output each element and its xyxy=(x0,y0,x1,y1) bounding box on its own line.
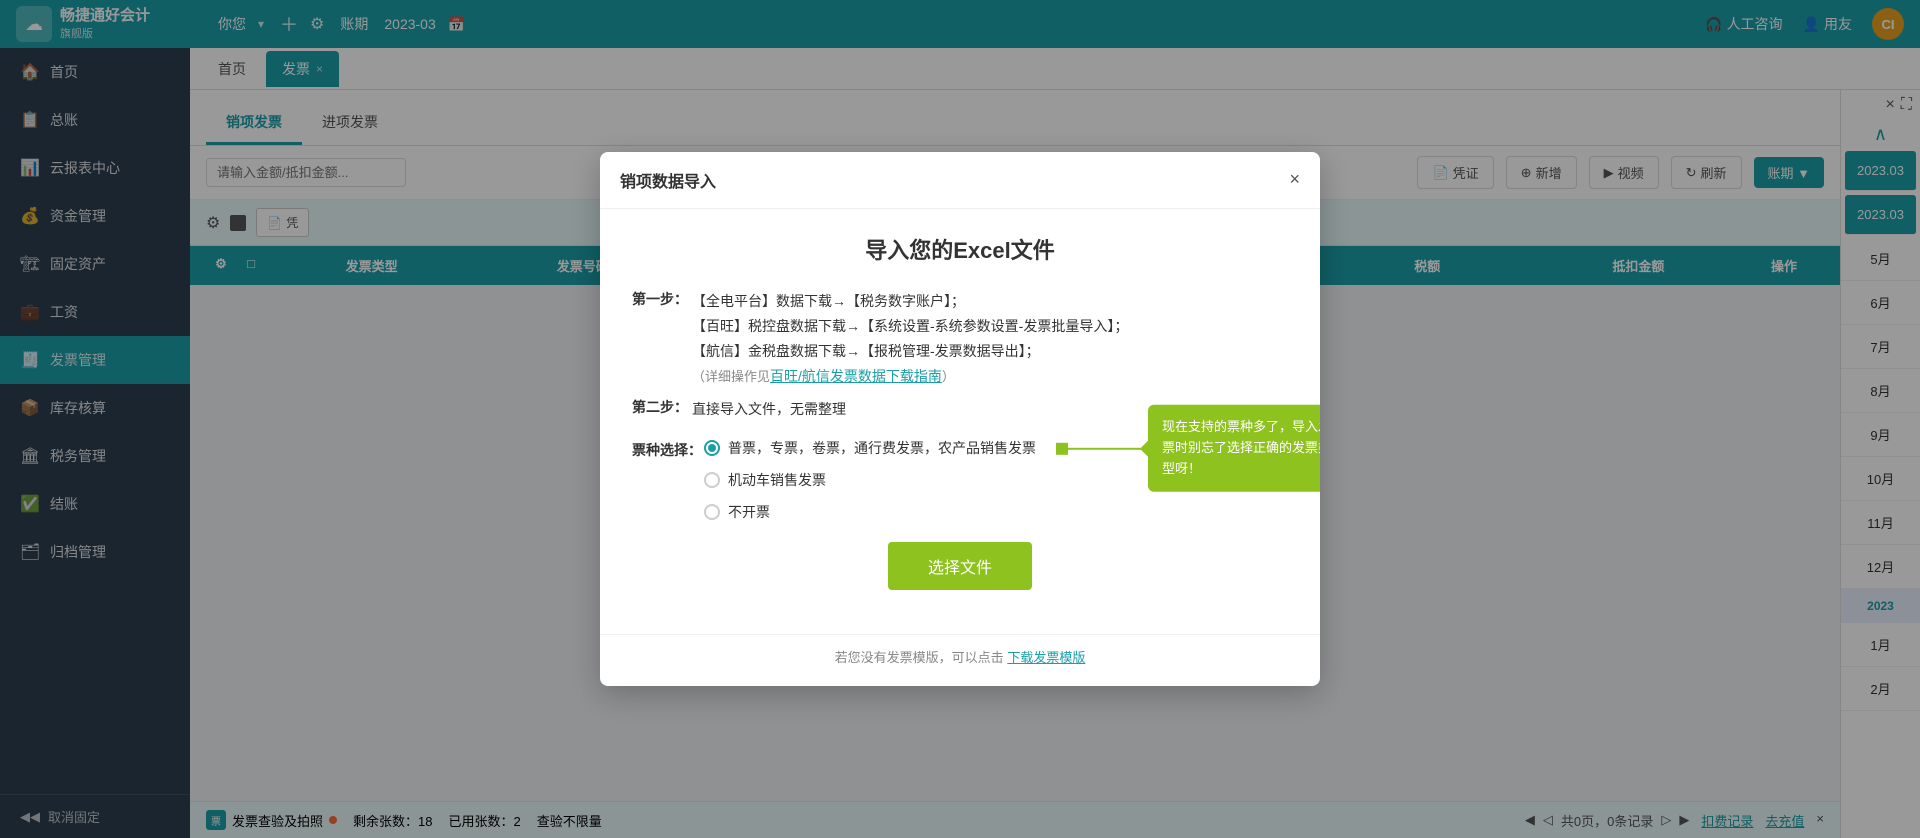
select-file-button[interactable]: 选择文件 xyxy=(888,542,1032,590)
radio-circle-3 xyxy=(704,504,720,520)
modal-close-button[interactable]: × xyxy=(1289,169,1300,190)
ticket-selection-row: 票种选择： 普票，专票，卷票，通行费发票，农产品销售发票 xyxy=(632,438,1288,522)
modal-dialog: 销项数据导入 × 导入您的Excel文件 第一步： 【全电平台】数据下载→【税务… xyxy=(600,152,1320,687)
step1-line-3: 【航信】金税盘数据下载→【报税管理-发票数据导出】； xyxy=(692,339,1128,364)
tooltip-line xyxy=(1068,447,1148,449)
radio-dot-1 xyxy=(708,444,716,452)
tooltip-dot xyxy=(1056,442,1068,454)
tooltip-box: × 现在支持的票种多了，导入发票时别忘了选择正确的发票类型呀！ xyxy=(1148,405,1320,491)
modal-footer: 若您没有发票模版，可以点击 下载发票模版 xyxy=(600,634,1320,686)
radio-label-2: 机动车销售发票 xyxy=(728,470,826,490)
modal-body: 导入您的Excel文件 第一步： 【全电平台】数据下载→【税务数字账户】； 【百… xyxy=(600,209,1320,635)
radio-item-3[interactable]: 不开票 xyxy=(704,502,1036,522)
modal-title: 销项数据导入 xyxy=(620,168,716,192)
step1-content: 【全电平台】数据下载→【税务数字账户】； 【百旺】税控盘数据下载→【系统设置-系… xyxy=(692,289,1128,390)
step1-label: 第一步： xyxy=(632,289,692,390)
modal-overlay: 销项数据导入 × 导入您的Excel文件 第一步： 【全电平台】数据下载→【税务… xyxy=(0,0,1920,838)
step2-content: 直接导入文件，无需整理 xyxy=(692,397,846,422)
step2-label: 第二步： xyxy=(632,397,692,422)
radio-label-3: 不开票 xyxy=(728,502,770,522)
step1-row: 第一步： 【全电平台】数据下载→【税务数字账户】； 【百旺】税控盘数据下载→【系… xyxy=(632,289,1288,390)
ticket-options: 普票，专票，卷票，通行费发票，农产品销售发票 × 现在支持的票种多了，导入发票时… xyxy=(704,438,1036,522)
radio-item-1[interactable]: 普票，专票，卷票，通行费发票，农产品销售发票 × 现在支持的票种多了，导入发票时… xyxy=(704,438,1036,458)
radio-circle-1 xyxy=(704,440,720,456)
tooltip-container: × 现在支持的票种多了，导入发票时别忘了选择正确的发票类型呀！ xyxy=(1056,405,1320,491)
download-template-link[interactable]: 下载发票模版 xyxy=(1007,650,1085,665)
step1-line-2: 【百旺】税控盘数据下载→【系统设置-系统参数设置-发票批量导入】； xyxy=(692,314,1128,339)
download-guide-link[interactable]: 百旺/航信发票数据下载指南 xyxy=(770,368,942,384)
step1-line-1: 【全电平台】数据下载→【税务数字账户】； xyxy=(692,289,1128,314)
step1-link-row: （详细操作见百旺/航信发票数据下载指南） xyxy=(692,364,1128,389)
radio-item-2[interactable]: 机动车销售发票 xyxy=(704,470,1036,490)
modal-header: 销项数据导入 × xyxy=(600,152,1320,209)
radio-label-1: 普票，专票，卷票，通行费发票，农产品销售发票 xyxy=(728,438,1036,458)
radio-circle-2 xyxy=(704,472,720,488)
modal-heading: 导入您的Excel文件 xyxy=(632,233,1288,265)
tooltip-arrow xyxy=(1140,440,1148,456)
ticket-label: 票种选择： xyxy=(632,438,704,460)
